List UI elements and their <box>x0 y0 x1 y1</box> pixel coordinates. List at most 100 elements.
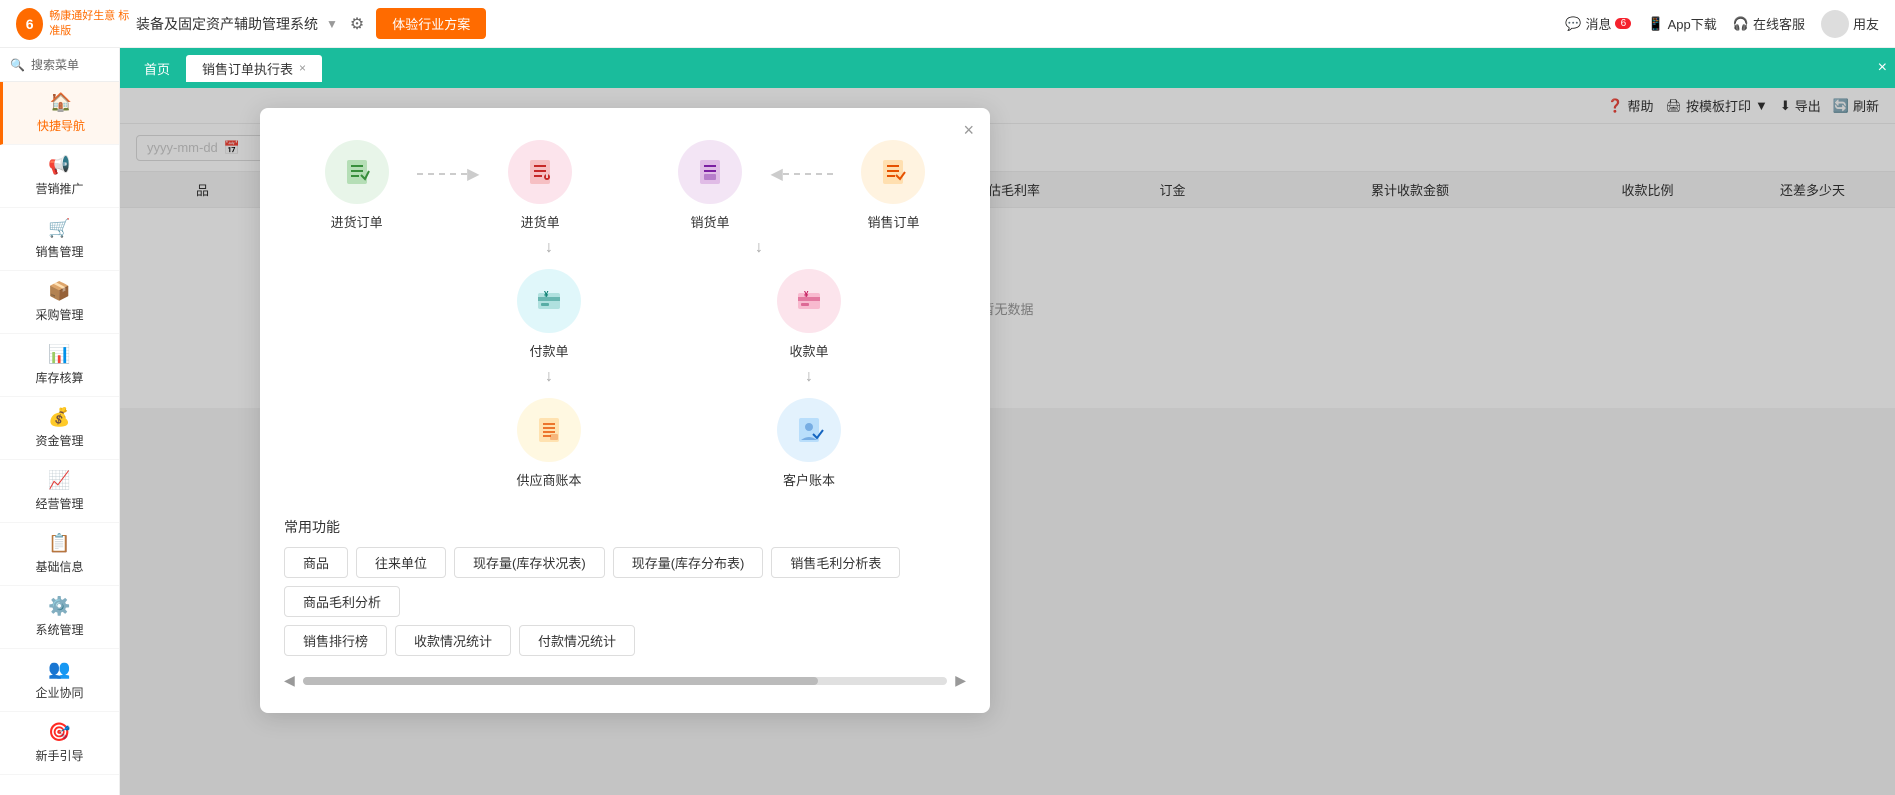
sidebar-item-label: 营销推广 <box>35 180 83 197</box>
tab-bar-close-icon[interactable]: × <box>1878 59 1887 77</box>
flow-node-sales-bill[interactable]: 销货单 <box>657 140 762 231</box>
experience-button[interactable]: 体验行业方案 <box>376 8 486 39</box>
fn-btn-receipt-stats[interactable]: 收款情况统计 <box>395 625 511 656</box>
scroll-left-arrow[interactable]: ◀ <box>284 672 295 689</box>
flow-row-3: 供应商账本 <box>284 390 966 497</box>
down-arrow-sales: ↓ <box>694 239 824 257</box>
down-arrows-row: ↓ ↓ <box>284 239 966 261</box>
flow-node-customer[interactable]: 客户账本 <box>744 398 874 489</box>
sidebar-item-label: 企业协同 <box>35 684 83 701</box>
payment-label: 付款单 <box>529 341 568 360</box>
svg-text:¥: ¥ <box>804 290 809 299</box>
tab-close-icon[interactable]: × <box>299 61 306 75</box>
payment-circle: ¥ <box>517 269 581 333</box>
sidebar-item-newbie[interactable]: 🎯 新手引导 <box>0 712 119 775</box>
flow-diagram: 进货订单 ▶ <box>284 132 966 497</box>
message-button[interactable]: 💬 消息 6 <box>1565 14 1631 33</box>
sidebar-item-enterprise[interactable]: 👥 企业协同 <box>0 649 119 712</box>
fn-btn-stock-dist[interactable]: 现存量(库存分布表) <box>613 547 764 578</box>
scrollbar-thumb <box>303 677 819 685</box>
dropdown-arrow-icon[interactable]: ▼ <box>326 17 338 31</box>
sidebar-item-label: 快捷导航 <box>37 117 85 134</box>
customer-circle <box>777 398 841 462</box>
purchase-order-label: 进货订单 <box>331 212 383 231</box>
header-title-area: 装备及固定资产辅助管理系统 ▼ ⚙ 体验行业方案 <box>136 8 1565 39</box>
app-download-button[interactable]: 📱 App下载 <box>1647 14 1716 33</box>
fn-btn-stock-status[interactable]: 现存量(库存状况表) <box>454 547 605 578</box>
flow-node-payment[interactable]: ¥ 付款单 <box>484 269 614 360</box>
flow-node-receipt[interactable]: ¥ 收款单 <box>744 269 874 360</box>
fn-btn-payment-stats[interactable]: 付款情况统计 <box>519 625 635 656</box>
header-right: 💬 消息 6 📱 App下载 🎧 在线客服 用友 <box>1565 10 1879 38</box>
online-service-button[interactable]: 🎧 在线客服 <box>1733 14 1805 33</box>
sidebar-search[interactable]: 🔍 搜索菜单 <box>0 48 119 82</box>
user-name: 用友 <box>1853 14 1879 33</box>
supplier-circle <box>517 398 581 462</box>
newbie-icon: 🎯 <box>48 722 70 743</box>
scrollbar-track[interactable] <box>303 677 947 685</box>
top-header: 6 畅康通好生意 标准版 装备及固定资产辅助管理系统 ▼ ⚙ 体验行业方案 💬 … <box>0 0 1895 48</box>
settings-icon[interactable]: ⚙ <box>350 14 364 34</box>
flow-node-sales-order[interactable]: 销售订单 <box>841 140 946 231</box>
sidebar-item-label: 新手引导 <box>35 747 83 764</box>
function-buttons-row2: 销售排行榜 收款情况统计 付款情况统计 <box>284 625 966 656</box>
main-layout: 🔍 搜索菜单 🏠 快捷导航 📢 营销推广 🛒 销售管理 📦 采购管理 📊 库存核… <box>0 48 1895 795</box>
user-avatar <box>1821 10 1849 38</box>
purchase-icon: 📦 <box>48 281 70 302</box>
fn-btn-counterpart[interactable]: 往来单位 <box>356 547 446 578</box>
fn-btn-sales-profit[interactable]: 销售毛利分析表 <box>771 547 900 578</box>
common-functions-title: 常用功能 <box>284 517 966 537</box>
arrow-sales-order-to-bill: ◀ <box>763 164 841 208</box>
sidebar-item-sales[interactable]: 🛒 销售管理 <box>0 208 119 271</box>
common-functions: 常用功能 商品 往来单位 现存量(库存状况表) 现存量(库存分布表) 销售毛利分… <box>284 517 966 656</box>
fn-btn-product-profit[interactable]: 商品毛利分析 <box>284 586 400 617</box>
modal-close-button[interactable]: × <box>963 120 974 141</box>
sidebar-item-inventory[interactable]: 📊 库存核算 <box>0 334 119 397</box>
sidebar-item-label: 采购管理 <box>35 306 83 323</box>
message-label: 消息 <box>1585 14 1611 33</box>
logo-text: 畅康通好生意 标准版 <box>49 9 136 38</box>
sidebar-item-label: 经营管理 <box>35 495 83 512</box>
sidebar-item-quick-nav[interactable]: 🏠 快捷导航 <box>0 82 119 145</box>
tab-sales-order[interactable]: 销售订单执行表 × <box>186 55 322 82</box>
down-arrows-row2: ↓ ↓ <box>284 368 966 390</box>
purchase-order-circle <box>325 140 389 204</box>
sidebar-item-management[interactable]: 📈 经营管理 <box>0 460 119 523</box>
tab-label: 销售订单执行表 <box>202 59 293 78</box>
sidebar-item-finance[interactable]: 💰 资金管理 <box>0 397 119 460</box>
arrow-purchase-to-bill: ▶ <box>409 164 487 208</box>
flow-node-purchase-order[interactable]: 进货订单 <box>304 140 409 231</box>
flow-node-supplier[interactable]: 供应商账本 <box>484 398 614 489</box>
scrollbar-row: ◀ ▶ <box>284 672 966 689</box>
sales-bill-label: 销货单 <box>690 212 729 231</box>
inventory-icon: 📊 <box>48 344 70 365</box>
down-arrow-purchase: ↓ <box>484 239 614 257</box>
sidebar-item-system[interactable]: ⚙️ 系统管理 <box>0 586 119 649</box>
spacer4 <box>614 368 744 386</box>
service-icon: 🎧 <box>1733 16 1749 32</box>
scroll-right-arrow[interactable]: ▶ <box>955 672 966 689</box>
sales-icon: 🛒 <box>48 218 70 239</box>
tab-bar: 首页 销售订单执行表 × × <box>120 48 1895 88</box>
logo-icon: 6 <box>16 8 43 40</box>
fn-btn-sales-ranking[interactable]: 销售排行榜 <box>284 625 387 656</box>
down-arrow-payment: ↓ <box>484 368 614 386</box>
user-area[interactable]: 用友 <box>1821 10 1879 38</box>
sidebar-item-purchase[interactable]: 📦 采购管理 <box>0 271 119 334</box>
quick-nav-modal: × <box>260 108 990 713</box>
online-service-label: 在线客服 <box>1753 14 1805 33</box>
sidebar-item-label: 基础信息 <box>35 558 83 575</box>
sales-order-label: 销售订单 <box>867 212 919 231</box>
tab-home[interactable]: 首页 <box>128 55 186 82</box>
sidebar-search-label: 搜索菜单 <box>31 56 79 73</box>
sidebar-item-marketing[interactable]: 📢 营销推广 <box>0 145 119 208</box>
basic-info-icon: 📋 <box>48 533 70 554</box>
flow-node-purchase-bill[interactable]: 进货单 <box>487 140 592 231</box>
flow-row-2: ¥ 付款单 <box>284 261 966 368</box>
receipt-circle: ¥ <box>777 269 841 333</box>
sidebar-item-label: 资金管理 <box>35 432 83 449</box>
sidebar-item-basic-info[interactable]: 📋 基础信息 <box>0 523 119 586</box>
sales-order-circle <box>861 140 925 204</box>
supplier-label: 供应商账本 <box>516 470 581 489</box>
fn-btn-product[interactable]: 商品 <box>284 547 348 578</box>
